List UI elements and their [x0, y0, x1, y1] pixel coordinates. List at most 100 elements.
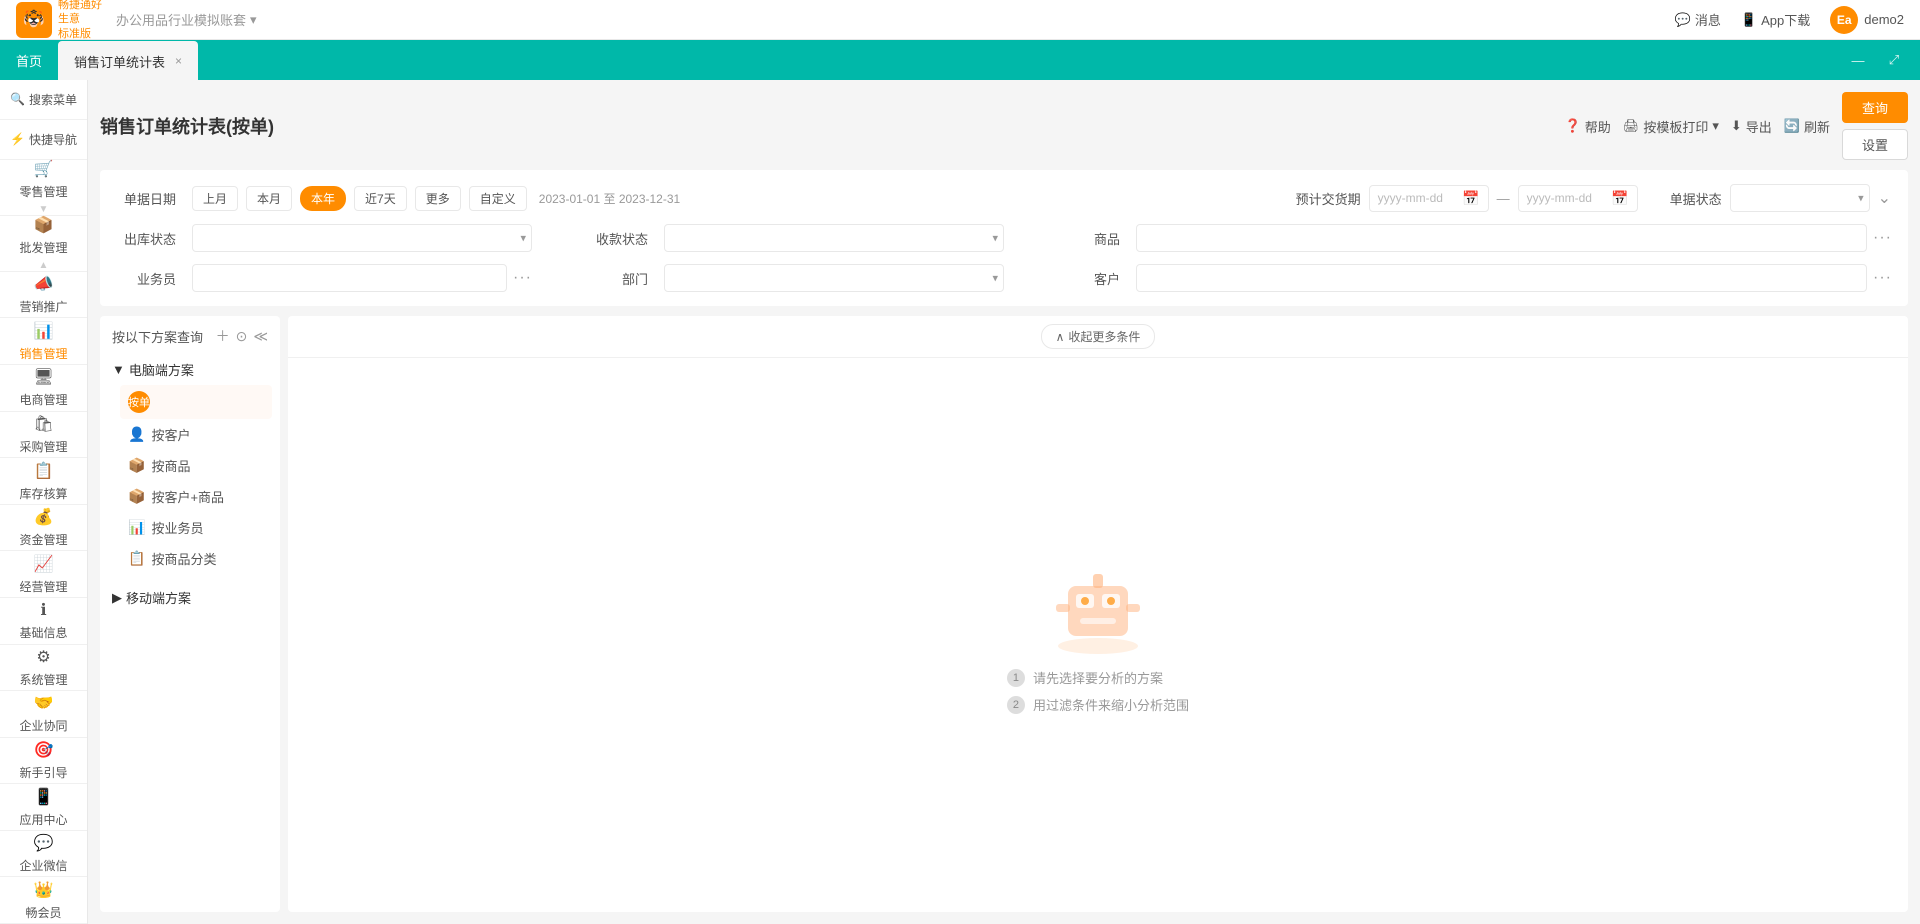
department-select[interactable] [664, 264, 1004, 292]
tab-home[interactable]: 首页 [0, 40, 58, 80]
customer-more-icon[interactable]: ··· [1873, 269, 1892, 287]
goods-more-icon[interactable]: ··· [1873, 229, 1892, 247]
status-select[interactable] [1730, 184, 1870, 212]
sidebar-item-sales[interactable]: 📊 销售管理 [0, 318, 87, 365]
inventory-icon: 📋 [34, 461, 54, 481]
tree-item-by-goods-cat[interactable]: 📋 按商品分类 [120, 543, 272, 574]
message-button[interactable]: 💬 消息 [1675, 10, 1721, 29]
collapse-icon: ∧ [1056, 330, 1065, 344]
empty-tip-2: 2 用过滤条件来缩小分析范围 [1007, 695, 1189, 714]
page-title: 销售订单统计表(按单) [100, 113, 274, 139]
calendar-end-icon[interactable]: 📅 [1611, 190, 1628, 207]
payment-select[interactable] [664, 224, 1004, 252]
wechat-icon: 💬 [34, 833, 54, 853]
tree-expand-mobile-icon: ▶ [112, 590, 122, 606]
status-group: 单据状态 ⌄ [1670, 184, 1892, 212]
add-scheme-button[interactable]: ＋ [216, 326, 230, 346]
date-btn-more[interactable]: 更多 [415, 186, 461, 211]
salesperson-more-icon[interactable]: ··· [513, 269, 532, 287]
collapse-more-button[interactable]: ∧ 收起更多条件 [1041, 324, 1156, 349]
date-btn-custom[interactable]: 自定义 [469, 186, 527, 211]
tree-item-by-order[interactable]: 按单 [120, 385, 272, 419]
tree-children-computer: 按单 👤 按客户 📦 按商品 📦 按客户+商品 [108, 385, 272, 574]
status-more-icon[interactable]: ⌄ [1878, 188, 1892, 208]
goods-input[interactable] [1136, 224, 1867, 252]
tree-parent-mobile[interactable]: ▶ 移动端方案 [108, 582, 272, 613]
help-button[interactable]: ❓ 帮助 [1565, 117, 1611, 136]
sidebar-search[interactable]: 🔍 搜索菜单 [0, 80, 87, 120]
newbie-icon: 🎯 [34, 740, 54, 760]
close-tab-icon[interactable]: × [175, 54, 182, 68]
tip-num-2: 2 [1007, 696, 1025, 714]
export-icon: ⬇ [1731, 118, 1742, 134]
sidebar-item-newbie[interactable]: 🎯 新手引导 [0, 738, 87, 785]
date-label: 单据日期 [116, 189, 176, 208]
expected-date-start[interactable]: yyyy-mm-dd 📅 [1369, 185, 1489, 212]
salesperson-input[interactable] [192, 264, 507, 292]
template-print-button[interactable]: 🖨 按模板打印 ▾ [1623, 117, 1719, 136]
sidebar-item-system[interactable]: ⚙ 系统管理 [0, 645, 87, 692]
collapse-bar[interactable]: ∧ 收起更多条件 [288, 316, 1908, 358]
sidebar-item-marketing[interactable]: 📣 营销推广 [0, 272, 87, 319]
customer-input-area: ··· [1136, 264, 1892, 292]
tree-item-by-goods[interactable]: 📦 按商品 [120, 450, 272, 481]
tab-sales-order-stats[interactable]: 销售订单统计表 × [58, 41, 198, 81]
query-button[interactable]: 查询 [1842, 92, 1908, 123]
empty-tips: 1 请先选择要分析的方案 2 用过滤条件来缩小分析范围 [1007, 668, 1189, 714]
sidebar-quick-nav[interactable]: ⚡ 快捷导航 [0, 120, 87, 160]
sidebar-item-purchase[interactable]: 🛍 采购管理 [0, 412, 87, 459]
topbar-title: 办公用品行业模拟账套 ▾ [116, 10, 1663, 29]
filter-panel: 单据日期 上月 本月 本年 近7天 更多 自定义 2023-01-01 至 20… [100, 170, 1908, 306]
active-indicator: 按单 [128, 391, 150, 413]
department-label: 部门 [588, 269, 648, 288]
download-icon: 📱 [1741, 12, 1757, 28]
date-range-text: 2023-01-01 至 2023-12-31 [539, 190, 680, 207]
date-btn-this-year[interactable]: 本年 [300, 186, 346, 211]
customer-input[interactable] [1136, 264, 1867, 292]
sidebar-item-wholesale[interactable]: 📦 批发管理 ▲ [0, 216, 87, 272]
date-btn-group: 上月 本月 本年 近7天 更多 自定义 2023-01-01 至 2023-12… [192, 186, 680, 211]
page-header: 销售订单统计表(按单) ❓ 帮助 🖨 按模板打印 ▾ ⬇ 导出 🔄 刷新 [100, 92, 1908, 160]
tree-item-by-salesperson[interactable]: 📊 按业务员 [120, 512, 272, 543]
sidebar-item-basic[interactable]: ℹ 基础信息 [0, 598, 87, 645]
logo: 🐯 畅捷通好生意 标准版 [16, 0, 104, 41]
purchase-icon: 🛍 [33, 414, 53, 434]
sidebar-item-wechat[interactable]: 💬 企业微信 [0, 831, 87, 878]
filter-row-1: 单据日期 上月 本月 本年 近7天 更多 自定义 2023-01-01 至 20… [116, 184, 1892, 212]
refresh-button[interactable]: 🔄 刷新 [1784, 117, 1830, 136]
setting-button[interactable]: 设置 [1842, 129, 1908, 160]
minimize-button[interactable]: — [1844, 46, 1872, 74]
sidebar: 🔍 搜索菜单 ⚡ 快捷导航 🛒 零售管理 ▼ 📦 批发管理 ▲ 📣 营销推广 📊… [0, 80, 88, 924]
user-area[interactable]: Ea demo2 [1830, 6, 1904, 34]
calendar-start-icon[interactable]: 📅 [1462, 190, 1479, 207]
sidebar-item-appcenter[interactable]: 📱 应用中心 [0, 784, 87, 831]
settings-scheme-button[interactable]: ⊙ [236, 328, 248, 345]
sidebar-item-retail[interactable]: 🛒 零售管理 ▼ [0, 160, 87, 216]
page-actions: ❓ 帮助 🖨 按模板打印 ▾ ⬇ 导出 🔄 刷新 查询 [1565, 92, 1908, 160]
export-button[interactable]: ⬇ 导出 [1731, 117, 1772, 136]
sidebar-item-finance[interactable]: 💰 资金管理 [0, 505, 87, 552]
left-panel-wrap: 按以下方案查询 ＋ ⊙ ≪ ▼ 电脑端方案 按单 [100, 316, 1908, 912]
tree-item-by-customer[interactable]: 👤 按客户 [120, 419, 272, 450]
maximize-button[interactable]: ⤢ [1880, 46, 1908, 74]
shipment-label: 出库状态 [116, 229, 176, 248]
tree-parent-computer[interactable]: ▼ 电脑端方案 [108, 354, 272, 385]
sidebar-item-ecommerce[interactable]: 🖥 电商管理 [0, 365, 87, 412]
app-download-button[interactable]: 📱 App下载 [1741, 10, 1810, 29]
date-btn-7days[interactable]: 近7天 [354, 186, 407, 211]
empty-illustration [1038, 556, 1158, 656]
collapse-panel-button[interactable]: ≪ [253, 328, 268, 345]
date-btn-this-month[interactable]: 本月 [246, 186, 292, 211]
sidebar-item-operation[interactable]: 📈 经营管理 [0, 551, 87, 598]
right-panel: ∧ 收起更多条件 [288, 316, 1908, 912]
nav-icon: ⚡ [10, 132, 25, 146]
date-btn-last-month[interactable]: 上月 [192, 186, 238, 211]
marketing-icon: 📣 [34, 274, 54, 294]
salesperson-input-area: ··· [192, 264, 532, 292]
tree-item-by-cust-goods[interactable]: 📦 按客户+商品 [120, 481, 272, 512]
shipment-select[interactable] [192, 224, 532, 252]
expected-date-end[interactable]: yyyy-mm-dd 📅 [1518, 185, 1638, 212]
sidebar-item-inventory[interactable]: 📋 库存核算 [0, 458, 87, 505]
sidebar-item-enterprise[interactable]: 🤝 企业协同 [0, 691, 87, 738]
sidebar-item-member[interactable]: 👑 畅会员 [0, 877, 87, 924]
